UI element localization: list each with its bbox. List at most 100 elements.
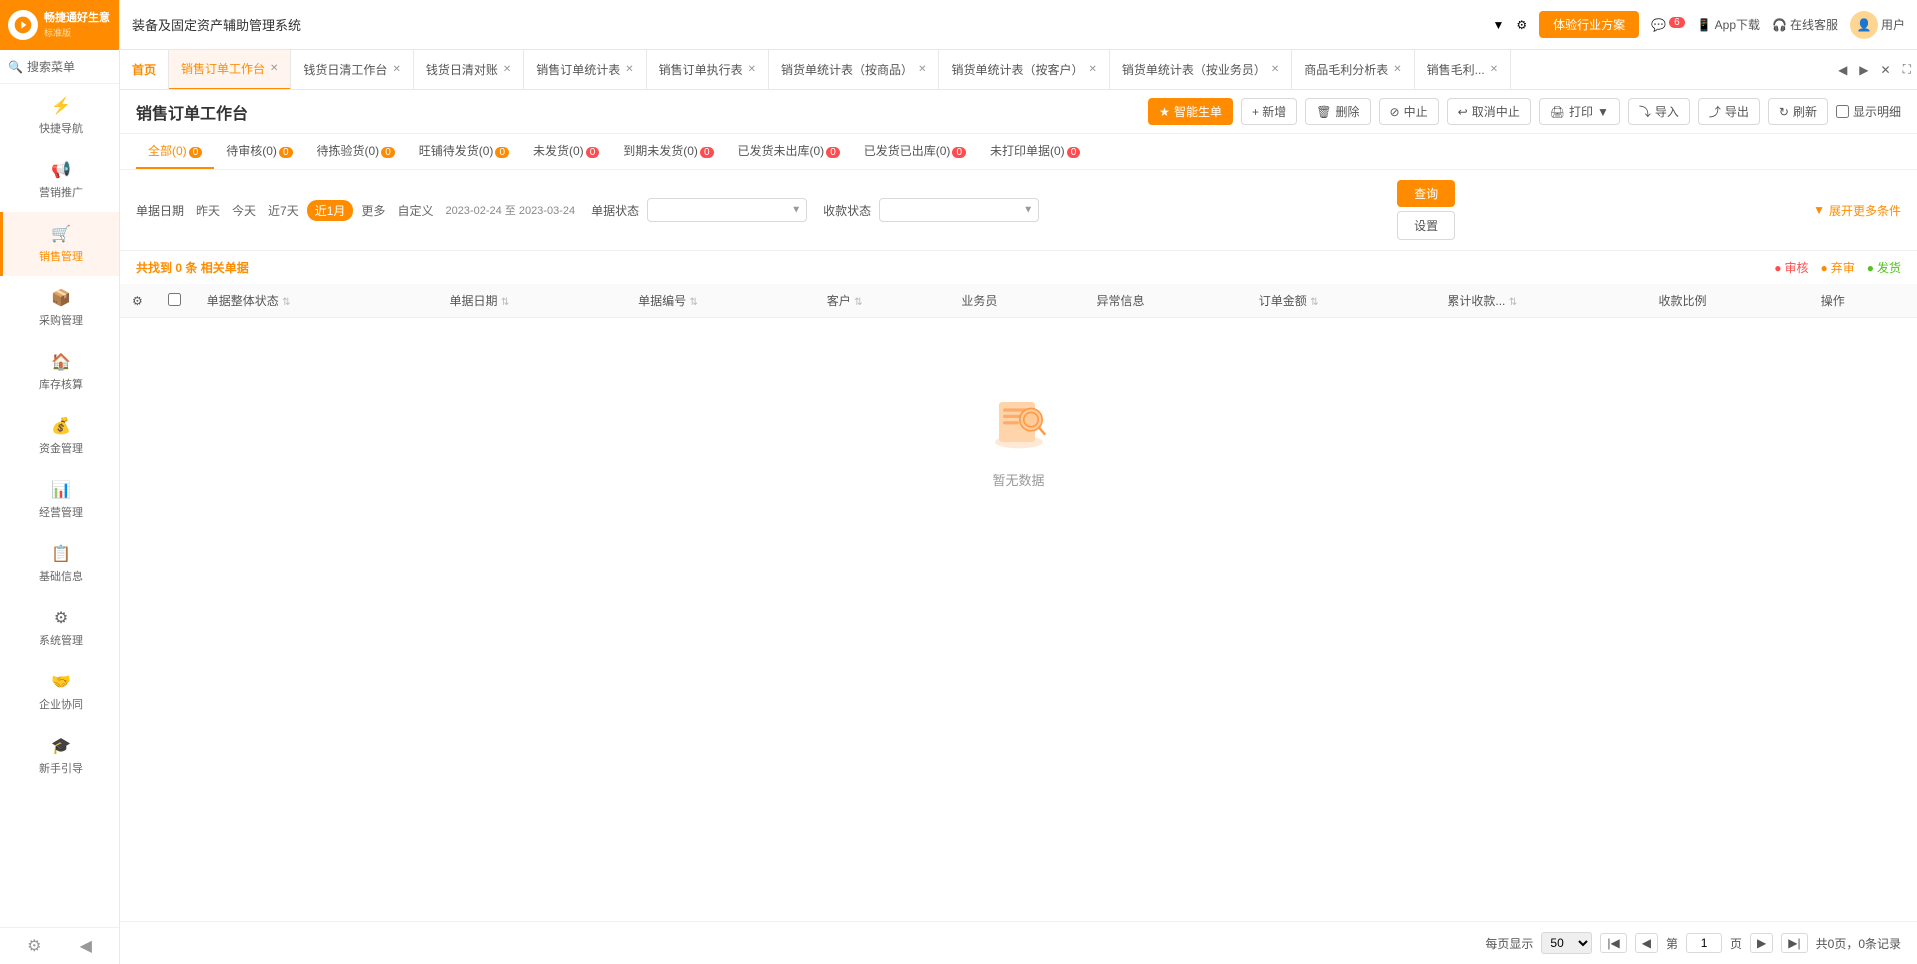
collapse-icon[interactable]: ◀ (80, 936, 92, 956)
sidebar-item-快捷导航[interactable]: ⚡快捷导航 (0, 84, 119, 148)
gear-icon[interactable]: ⚙ (1516, 18, 1527, 32)
sidebar-item-系统管理[interactable]: ⚙系统管理 (0, 596, 119, 660)
tab-4[interactable]: 销售订单统计表✕ (524, 50, 646, 90)
subtab-4[interactable]: 未发货(0)0 (521, 134, 611, 169)
print-button[interactable]: 🖨 打印 ▼ (1539, 98, 1620, 125)
sidebar-item-基础信息[interactable]: 📋基础信息 (0, 532, 119, 596)
tab-close-btn[interactable]: ✕ (503, 64, 511, 75)
subtab-3[interactable]: 旺铺待发货(0)0 (407, 134, 521, 169)
tab-0[interactable]: 首页 (120, 50, 169, 90)
subtab-1[interactable]: 待审核(0)0 (214, 134, 304, 169)
topbar-actions: 💬 6 📱 App下载 🎧 在线客服 👤 用户 (1651, 11, 1905, 39)
payment-select[interactable] (879, 198, 1039, 222)
sidebar-item-新手引导[interactable]: 🎓新手引导 (0, 724, 119, 788)
date-shortcut[interactable]: 自定义 (393, 200, 437, 221)
next-page-btn[interactable]: ▶ (1750, 933, 1773, 953)
stop-button[interactable]: ⊘ 中止 (1379, 98, 1439, 125)
subtab-7[interactable]: 已发货已出库(0)0 (852, 134, 978, 169)
subtab-6[interactable]: 已发货未出库(0)0 (726, 134, 852, 169)
tab-close-btn[interactable]: ✕ (1088, 64, 1096, 75)
query-button[interactable]: 查询 (1397, 180, 1455, 207)
tab-close-btn[interactable]: ✕ (1393, 64, 1401, 75)
sort-icon-number[interactable]: ⇅ (689, 297, 697, 308)
settings-icon[interactable]: ⚙ (27, 936, 41, 956)
tab-3[interactable]: 钱货日清对账✕ (414, 50, 524, 90)
sort-icon-date[interactable]: ⇅ (501, 297, 509, 308)
tab-2[interactable]: 钱货日清工作台✕ (291, 50, 413, 90)
last-page-btn[interactable]: ▶| (1781, 933, 1807, 953)
setting-button[interactable]: 设置 (1397, 211, 1455, 240)
ship-btn[interactable]: ● 发货 (1867, 259, 1901, 276)
tab-close-btn[interactable]: ✕ (1490, 64, 1498, 75)
status-select[interactable] (647, 198, 807, 222)
smart-create-button[interactable]: ★ 智能生单 (1148, 98, 1233, 125)
delete-button[interactable]: 🗑 删除 (1305, 98, 1370, 125)
cancel-review-btn[interactable]: ● 弃审 (1820, 259, 1854, 276)
page-input[interactable] (1686, 933, 1722, 953)
system-dropdown[interactable]: ▼ (1493, 18, 1505, 32)
review-btn[interactable]: ● 审核 (1774, 259, 1808, 276)
sidebar-item-销售管理[interactable]: 🛒销售管理 (0, 212, 119, 276)
gear-icon[interactable]: ⚙ (132, 294, 143, 308)
tab-close-btn[interactable]: ✕ (748, 64, 756, 75)
sort-icon-customer[interactable]: ⇅ (854, 297, 862, 308)
tab-close-btn[interactable]: ✕ (270, 63, 278, 74)
date-shortcut[interactable]: 近7天 (264, 200, 303, 221)
tab-close-all[interactable]: ✕ (1875, 50, 1897, 90)
show-detail-label[interactable]: 显示明细 (1836, 103, 1901, 120)
sidebar-search[interactable]: 🔍 搜索菜单 (0, 50, 119, 84)
sidebar-item-库存核算[interactable]: 🏠库存核算 (0, 340, 119, 404)
expand-btn[interactable]: ▼ 展开更多条件 (1813, 202, 1901, 219)
sidebar-item-资金管理[interactable]: 💰资金管理 (0, 404, 119, 468)
subtab-2[interactable]: 待拣验货(0)0 (305, 134, 407, 169)
tab-expand[interactable]: ⛶ (1897, 50, 1917, 90)
subtab-label: 已发货已出库 (864, 144, 936, 158)
sort-icon-status[interactable]: ⇅ (282, 297, 290, 308)
tab-10[interactable]: 销售毛利...✕ (1415, 50, 1511, 90)
tab-7[interactable]: 销货单统计表（按客户）✕ (939, 50, 1109, 90)
add-button[interactable]: + 新增 (1241, 98, 1297, 125)
sidebar-item-企业协同[interactable]: 🤝企业协同 (0, 660, 119, 724)
subtab-8[interactable]: 未打印单据(0)0 (978, 134, 1092, 169)
refresh-button[interactable]: ↻ 刷新 (1768, 98, 1828, 125)
cancel-stop-button[interactable]: ↩ 取消中止 (1447, 98, 1531, 125)
export-button[interactable]: ⤴ 导出 (1698, 98, 1760, 125)
app-download-btn[interactable]: 📱 App下载 (1697, 16, 1760, 33)
tab-5[interactable]: 销售订单执行表✕ (647, 50, 769, 90)
tab-6[interactable]: 销货单统计表（按商品）✕ (769, 50, 939, 90)
sort-icon-collected[interactable]: ⇅ (1509, 297, 1517, 308)
notification-btn[interactable]: 💬 6 (1651, 18, 1685, 32)
date-shortcut[interactable]: 更多 (357, 200, 389, 221)
date-shortcut[interactable]: 昨天 (192, 200, 224, 221)
sidebar-item-采购管理[interactable]: 📦采购管理 (0, 276, 119, 340)
tab-close-btn[interactable]: ✕ (1271, 64, 1279, 75)
tab-nav-right[interactable]: ▶ (1853, 50, 1874, 90)
select-all-checkbox[interactable] (168, 293, 181, 306)
subtab-0[interactable]: 全部(0)0 (136, 134, 214, 169)
date-shortcut[interactable]: 近1月 (307, 200, 354, 221)
online-service-btn[interactable]: 🎧 在线客服 (1772, 16, 1838, 33)
table-scroll-area[interactable]: ⚙ 单据整体状态 ⇅ 单据日期 ⇅ 单据编号 ⇅ 客户 ⇅ 业务员 异常信息 订… (120, 284, 1917, 921)
prev-page-btn[interactable]: ◀ (1635, 933, 1658, 953)
sort-icon-amount[interactable]: ⇅ (1310, 297, 1318, 308)
show-detail-checkbox[interactable] (1836, 105, 1849, 118)
sidebar-item-营销推广[interactable]: 📢营销推广 (0, 148, 119, 212)
sidebar-item-经营管理[interactable]: 📊经营管理 (0, 468, 119, 532)
tab-close-btn[interactable]: ✕ (392, 64, 400, 75)
tab-close-btn[interactable]: ✕ (918, 64, 926, 75)
subtab-badge: 0 (279, 147, 293, 158)
user-btn[interactable]: 👤 用户 (1850, 11, 1905, 39)
tab-nav-left[interactable]: ◀ (1832, 50, 1853, 90)
date-shortcut[interactable]: 今天 (228, 200, 260, 221)
tab-8[interactable]: 销货单统计表（按业务员）✕ (1110, 50, 1292, 90)
subtab-5[interactable]: 到期未发货(0)0 (611, 134, 725, 169)
import-button[interactable]: ⤵ 导入 (1628, 98, 1690, 125)
search-icon: 🔍 (8, 60, 23, 74)
tab-close-btn[interactable]: ✕ (625, 64, 633, 75)
tab-9[interactable]: 商品毛利分析表✕ (1292, 50, 1414, 90)
tab-1[interactable]: 销售订单工作台✕ (169, 50, 291, 90)
page-size-select[interactable]: 50 100 200 (1541, 932, 1592, 954)
first-page-btn[interactable]: |◀ (1600, 933, 1626, 953)
solution-button[interactable]: 体验行业方案 (1539, 11, 1639, 38)
print-dropdown-icon[interactable]: ▼ (1597, 105, 1609, 119)
